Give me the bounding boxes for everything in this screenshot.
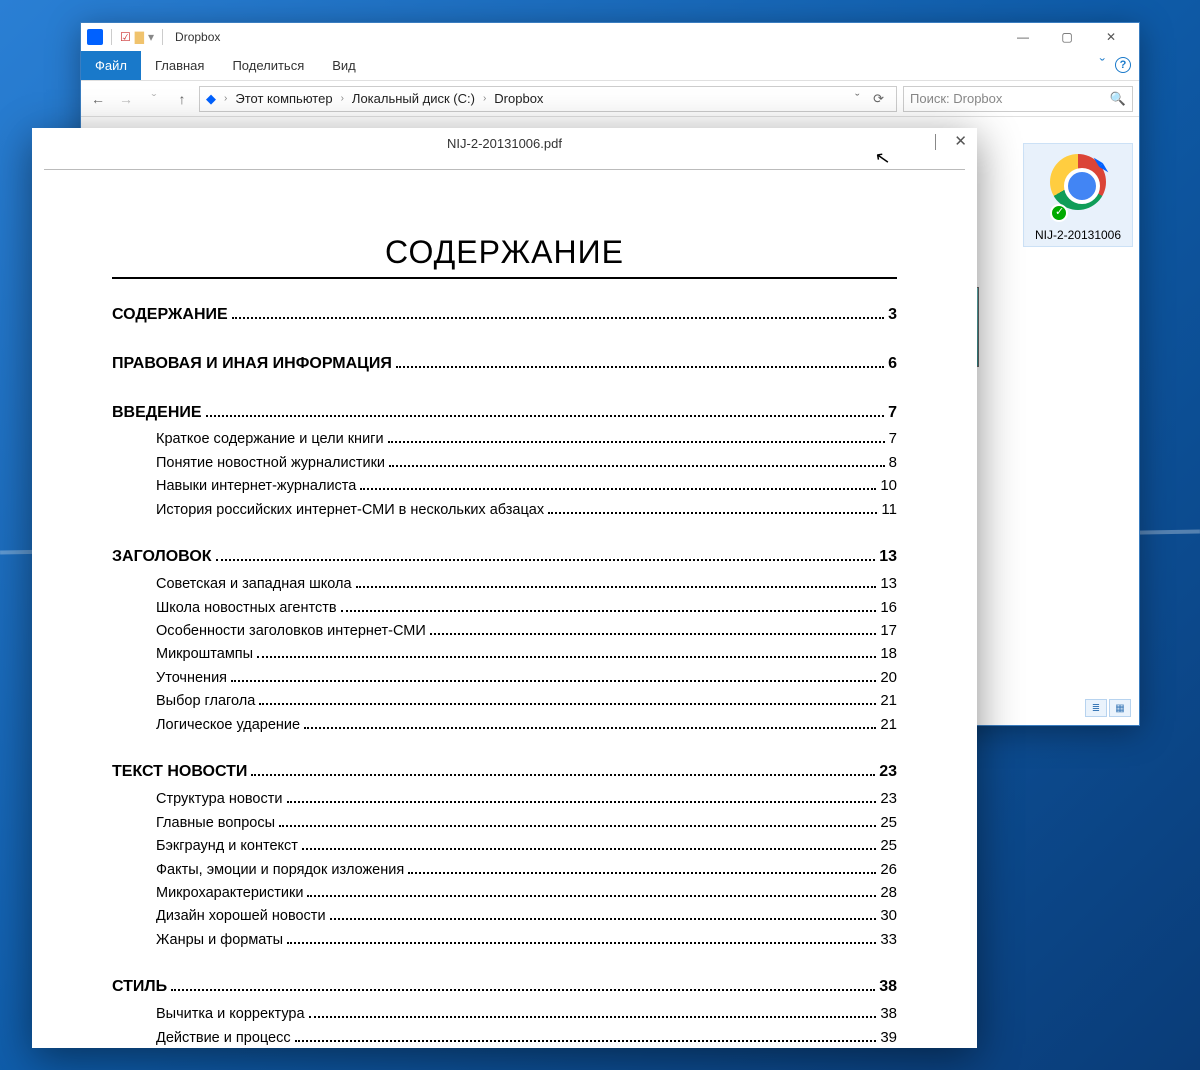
toc-section: ЗАГОЛОВОК13 — [112, 545, 897, 570]
minimize-button[interactable]: — — [1001, 23, 1045, 51]
ribbon-tab[interactable]: Главная — [141, 51, 218, 80]
ribbon-tabs: Файл Главная Поделиться Вид ˇ ? — [81, 51, 1139, 81]
view-details-button[interactable]: ≣ — [1085, 699, 1107, 717]
qat-check-icon[interactable]: ☑ — [120, 30, 131, 44]
toc-entry: Микроштампы18 — [112, 642, 897, 665]
maximize-button[interactable]: ▢ — [1045, 23, 1089, 51]
chevron-down-icon[interactable]: ˇ — [855, 91, 859, 106]
toc-entry: Особенности заголовков интернет-СМИ17 — [112, 619, 897, 642]
pdf-close-button[interactable]: ✕ — [954, 132, 967, 150]
file-name: NIJ-2-20131006 — [1028, 228, 1128, 242]
toc-entry: Логическое ударение21 — [112, 713, 897, 736]
folder-icon: ▇ — [135, 30, 144, 44]
nav-back-button[interactable]: ← — [87, 88, 109, 110]
toc-entry: Школа новостных агентств16 — [112, 596, 897, 619]
toc-entry: Краткое содержание и цели книги7 — [112, 427, 897, 450]
nav-recent-button[interactable]: ˇ — [143, 88, 165, 110]
toc-section: ТЕКСТ НОВОСТИ23 — [112, 760, 897, 785]
toc-entry: Действие и процесс39 — [112, 1026, 897, 1048]
pdf-filename: NIJ-2-20131006.pdf — [447, 136, 562, 151]
toc-entry: Уточнения20 — [112, 666, 897, 689]
toc-entry: Дизайн хорошей новости30 — [112, 904, 897, 927]
document-heading: СОДЕРЖАНИЕ — [112, 234, 897, 271]
toc-entry: Структура новости23 — [112, 787, 897, 810]
pdf-titlebar[interactable]: NIJ-2-20131006.pdf ✕ — [32, 128, 977, 158]
breadcrumb[interactable]: ◆ › Этот компьютер › Локальный диск (C:)… — [199, 86, 897, 112]
file-item[interactable]: NIJ-2-20131006 — [1023, 143, 1133, 247]
toc-entry: История российских интернет-СМИ в нескол… — [112, 498, 897, 521]
dropbox-icon — [87, 29, 103, 45]
ribbon-tab[interactable]: Вид — [318, 51, 370, 80]
pdf-preview-window: NIJ-2-20131006.pdf ✕ СОДЕРЖАНИЕ СОДЕРЖАН… — [32, 128, 977, 1048]
view-icons-button[interactable]: ▦ — [1109, 699, 1131, 717]
nav-up-button[interactable]: ↑ — [171, 88, 193, 110]
close-button[interactable]: ✕ — [1089, 23, 1133, 51]
sync-arrows-icon — [1090, 154, 1112, 176]
view-options: ≣ ▦ — [1085, 699, 1131, 717]
toc-entry: Микрохарактеристики28 — [112, 881, 897, 904]
search-input[interactable]: Поиск: Dropbox 🔍 — [903, 86, 1133, 112]
synced-checkmark-icon — [1050, 204, 1068, 222]
toc-entry: Факты, эмоции и порядок изложения26 — [112, 858, 897, 881]
help-icon[interactable]: ? — [1115, 57, 1131, 73]
pdf-viewport[interactable]: СОДЕРЖАНИЕ СОДЕРЖАНИЕ3 ПРАВОВАЯ И ИНАЯ ИН… — [32, 170, 977, 1048]
search-icon: 🔍 — [1110, 91, 1126, 107]
pdf-toolbar — [44, 158, 965, 170]
toc-section: ПРАВОВАЯ И ИНАЯ ИНФОРМАЦИЯ6 — [112, 352, 897, 377]
nav-forward-button[interactable]: → — [115, 88, 137, 110]
dropbox-icon: ◆ — [206, 91, 216, 107]
pdf-page: СОДЕРЖАНИЕ СОДЕРЖАНИЕ3 ПРАВОВАЯ И ИНАЯ ИН… — [52, 194, 957, 1048]
toc-section: СТИЛЬ38 — [112, 975, 897, 1000]
explorer-titlebar[interactable]: ☑ ▇ ▾ Dropbox — ▢ ✕ — [81, 23, 1139, 51]
toc-entry: Жанры и форматы33 — [112, 928, 897, 951]
toc-entry: Советская и западная школа13 — [112, 572, 897, 595]
toc-entry: Выбор глагола21 — [112, 689, 897, 712]
ribbon-file[interactable]: Файл — [81, 51, 141, 80]
refresh-icon[interactable]: ⟳ — [873, 91, 884, 106]
table-of-contents: СОДЕРЖАНИЕ3 ПРАВОВАЯ И ИНАЯ ИНФОРМАЦИЯ6 ВВ… — [112, 303, 897, 1048]
window-title: Dropbox — [175, 30, 220, 44]
toc-entry: Главные вопросы25 — [112, 811, 897, 834]
toc-entry: Навыки интернет-журналиста10 — [112, 474, 897, 497]
toc-entry: Понятие новостной журналистики8 — [112, 451, 897, 474]
toc-entry: Бэкграунд и контекст25 — [112, 834, 897, 857]
toc-entry: Вычитка и корректура38 — [112, 1002, 897, 1025]
toc-section: СОДЕРЖАНИЕ3 — [112, 303, 897, 328]
address-bar-row: ← → ˇ ↑ ◆ › Этот компьютер › Локальный д… — [81, 81, 1139, 117]
titlebar-divider — [935, 134, 936, 150]
toc-section: ВВЕДЕНИЕ7 — [112, 401, 897, 426]
ribbon-tab[interactable]: Поделиться — [218, 51, 318, 80]
